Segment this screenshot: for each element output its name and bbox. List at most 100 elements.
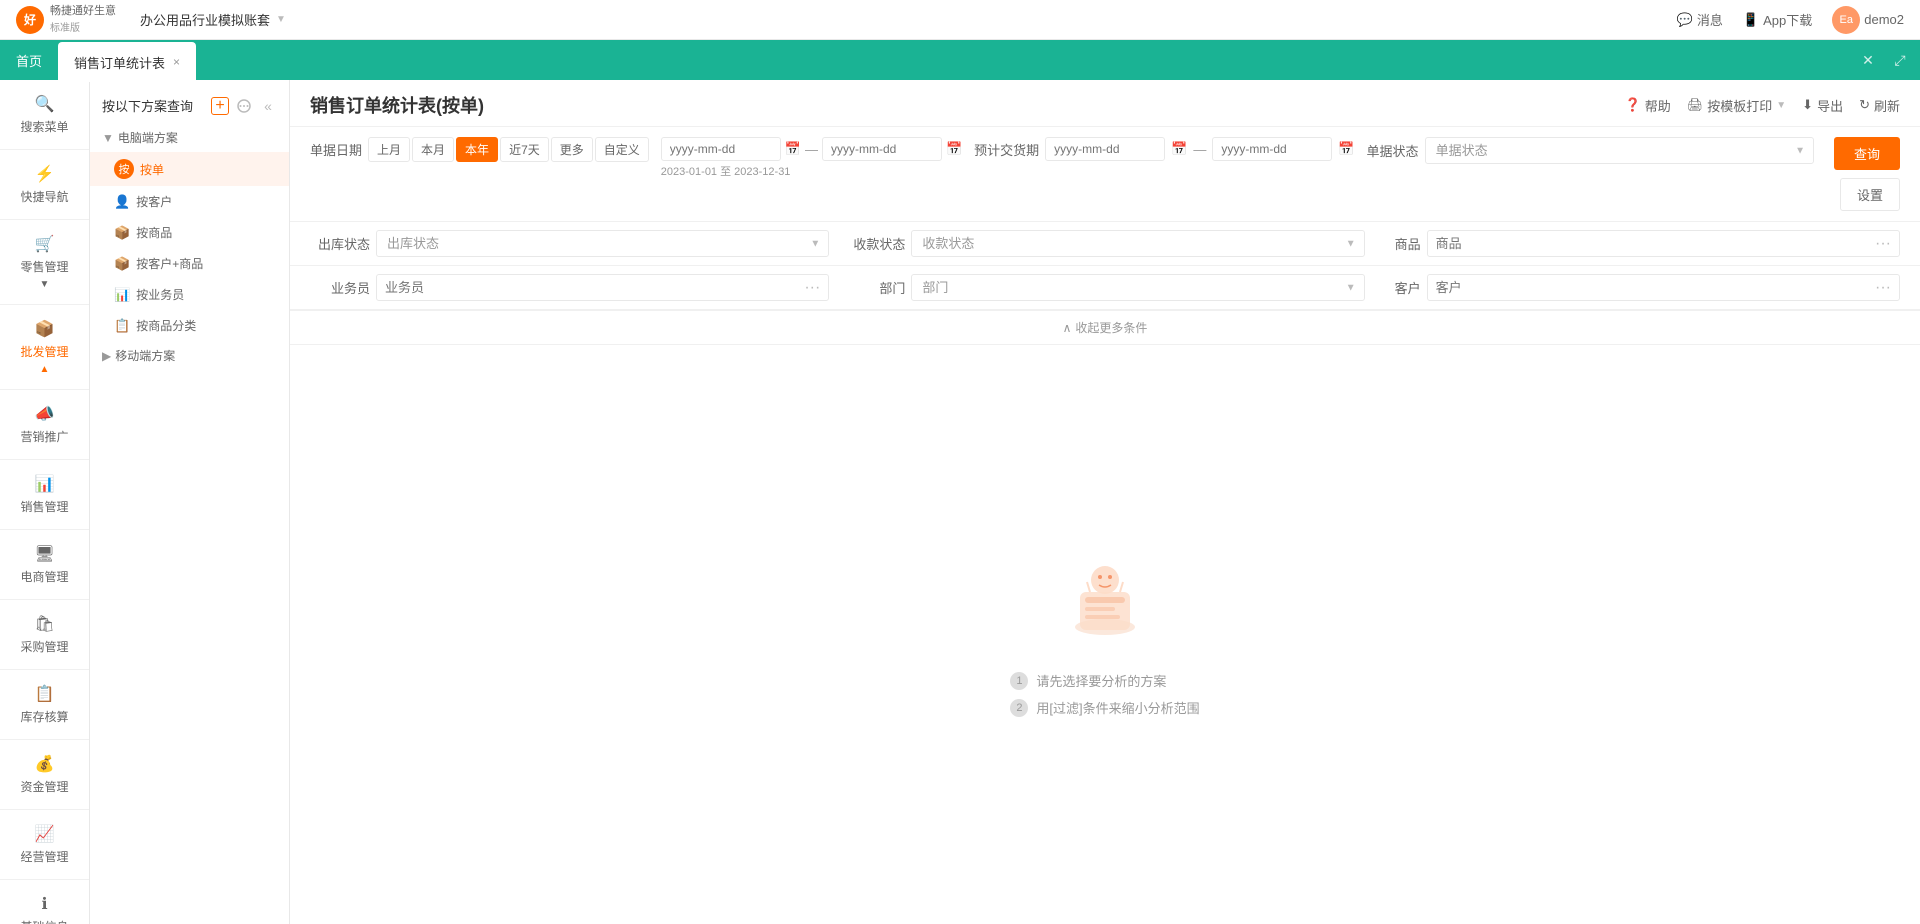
date-btn-this-year[interactable]: 本年 <box>456 137 498 162</box>
payment-status-select[interactable]: 收款状态 <box>912 231 1363 256</box>
department-select[interactable]: 部门 <box>912 275 1363 300</box>
scheme-group-mobile-title[interactable]: ▶ 移动端方案 <box>90 341 289 370</box>
tab-sales-order-stats[interactable]: 销售订单统计表 × <box>58 42 196 82</box>
minimize-icon: ✕ <box>1862 52 1874 69</box>
sidebar-item-wholesale[interactable]: 📦 批发管理 ▲ <box>0 305 89 390</box>
scheme-item-by-goods[interactable]: 📦 按商品 <box>90 217 289 248</box>
scheme-item-by-customer[interactable]: 👤 按客户 <box>90 186 289 217</box>
tab-minimize-button[interactable]: ✕ <box>1856 48 1880 72</box>
help-label: 帮助 <box>1645 96 1671 115</box>
date-filter-group: 单据日期 上月 本月 本年 近7天 更多 自定义 <box>310 137 649 162</box>
goods-more-icon[interactable]: ··· <box>1867 236 1899 252</box>
refresh-label: 刷新 <box>1874 96 1900 115</box>
date-shortcuts: 上月 本月 本年 近7天 更多 自定义 <box>368 137 649 162</box>
wholesale-icon: 📦 <box>35 319 55 339</box>
customer-more-icon[interactable]: ··· <box>1867 280 1899 296</box>
customer-input-wrap[interactable]: ··· <box>1427 274 1900 301</box>
sidebar-item-ecommerce-label: 电商管理 <box>20 568 68 585</box>
hint-num-2: 2 <box>1010 699 1028 717</box>
print-arrow-icon: ▼ <box>1776 100 1786 111</box>
scheme-item-by-category-label: 按商品分类 <box>136 317 196 334</box>
scheme-header-icons: + « <box>211 97 277 115</box>
expected-calendar-from-icon[interactable]: 📅 <box>1171 141 1187 157</box>
sidebar-item-ecommerce[interactable]: 🖥 电商管理 <box>0 530 89 600</box>
tab-home[interactable]: 首页 <box>0 40 58 80</box>
scheme-header: 按以下方案查询 + « <box>90 88 289 123</box>
empty-hint-2: 2 用[过滤]条件来缩小分析范围 <box>1010 698 1199 717</box>
query-button[interactable]: 查询 <box>1834 137 1900 170</box>
customer-input[interactable] <box>1428 275 1867 300</box>
sidebar-item-inventory[interactable]: 📋 库存核算 <box>0 670 89 740</box>
export-button[interactable]: ⬇ 导出 <box>1802 96 1843 115</box>
app-download-label: App下载 <box>1763 10 1812 29</box>
print-button[interactable]: 🖨 按模板打印 ▼ <box>1687 96 1786 115</box>
date-to-input[interactable] <box>822 137 942 161</box>
retail-arrow-icon: ▼ <box>40 279 50 290</box>
scheme-group-pc-title[interactable]: ▼ 电脑端方案 <box>90 123 289 152</box>
empty-svg <box>1055 552 1155 652</box>
scheme-edit-button[interactable] <box>235 97 253 115</box>
expected-calendar-to-icon[interactable]: 📅 <box>1338 141 1354 157</box>
category-scheme-icon: 📋 <box>114 318 130 334</box>
tab-expand-button[interactable]: ⤢ <box>1888 48 1912 72</box>
delivery-status-select-wrap[interactable]: 出库状态 ▼ <box>376 230 829 257</box>
expected-date-to-input[interactable] <box>1212 137 1332 161</box>
sidebar-item-operations[interactable]: 📈 经营管理 <box>0 810 89 880</box>
sidebar-item-retail[interactable]: 🛒 零售管理 ▼ <box>0 220 89 305</box>
collapse-bar[interactable]: ∧ 收起更多条件 <box>290 310 1920 344</box>
empty-state: 1 请先选择要分析的方案 2 用[过滤]条件来缩小分析范围 <box>290 345 1920 924</box>
date-btn-7days[interactable]: 近7天 <box>500 137 549 162</box>
export-label: 导出 <box>1817 96 1843 115</box>
basics-icon: ℹ <box>41 894 47 914</box>
goods-input-wrap[interactable]: ··· <box>1427 230 1900 257</box>
refresh-button[interactable]: ↻ 刷新 <box>1859 96 1900 115</box>
logo-text: 畅捷通好生意 <box>50 5 116 18</box>
salesperson-more-icon[interactable]: ··· <box>796 280 828 296</box>
scheme-item-by-order[interactable]: 按 按单 <box>90 152 289 186</box>
inventory-icon: 📋 <box>35 684 55 704</box>
sidebar-item-basics-label: 基础信息 <box>20 918 68 924</box>
sidebar-item-marketing[interactable]: 📣 营销推广 <box>0 390 89 460</box>
status-select[interactable]: 单据状态 <box>1426 138 1813 163</box>
date-btn-custom[interactable]: 自定义 <box>595 137 649 162</box>
date-btn-more[interactable]: 更多 <box>551 137 593 162</box>
goods-input[interactable] <box>1428 231 1867 256</box>
main-panel: 销售订单统计表(按单) ❓ 帮助 🖨 按模板打印 ▼ ⬇ 导出 <box>290 80 1920 924</box>
sidebar-item-search-label: 搜索菜单 <box>20 118 68 135</box>
filter-row-2: 出库状态 出库状态 ▼ 收款状态 收款状态 <box>290 222 1920 266</box>
app-download-button[interactable]: 📱 App下载 <box>1743 10 1812 29</box>
help-button[interactable]: ❓ 帮助 <box>1625 96 1671 115</box>
scheme-add-button[interactable]: + <box>211 97 229 115</box>
status-select-wrap[interactable]: 单据状态 ▼ <box>1425 137 1814 164</box>
salesperson-input[interactable] <box>377 275 796 300</box>
expected-date-from-input[interactable] <box>1045 137 1165 161</box>
breadcrumb[interactable]: 办公用品行业模拟账套 ▼ <box>140 10 286 29</box>
department-select-wrap[interactable]: 部门 ▼ <box>911 274 1364 301</box>
sidebar-item-purchase[interactable]: 🛍 采购管理 <box>0 600 89 670</box>
tab-close-icon[interactable]: × <box>173 55 180 69</box>
sidebar-item-sales[interactable]: 📊 销售管理 <box>0 460 89 530</box>
sidebar-item-search[interactable]: 🔍 搜索菜单 <box>0 80 89 150</box>
delivery-status-select[interactable]: 出库状态 <box>377 231 828 256</box>
date-btn-last-month[interactable]: 上月 <box>368 137 410 162</box>
hint-text-1: 请先选择要分析的方案 <box>1036 671 1166 690</box>
date-from-input[interactable] <box>661 137 781 161</box>
calendar-from-icon[interactable]: 📅 <box>785 141 801 157</box>
date-btn-this-month[interactable]: 本月 <box>412 137 454 162</box>
sidebar-item-quick-nav[interactable]: ⚡ 快捷导航 <box>0 150 89 220</box>
user-area[interactable]: Ea demo2 <box>1832 6 1904 34</box>
settings-button[interactable]: 设置 <box>1840 178 1900 211</box>
scheme-item-by-customer-goods[interactable]: 📦 按客户+商品 <box>90 248 289 279</box>
payment-status-select-wrap[interactable]: 收款状态 ▼ <box>911 230 1364 257</box>
scheme-item-by-salesperson[interactable]: 📊 按业务员 <box>90 279 289 310</box>
sidebar-item-finance[interactable]: 💰 资金管理 <box>0 740 89 810</box>
message-button[interactable]: 💬 消息 <box>1677 10 1723 29</box>
scheme-collapse-button[interactable]: « <box>259 97 277 115</box>
user-name: demo2 <box>1864 12 1904 27</box>
salesperson-input-wrap[interactable]: ··· <box>376 274 829 301</box>
sidebar-item-basics[interactable]: ℹ 基础信息 <box>0 880 89 924</box>
scheme-item-by-category[interactable]: 📋 按商品分类 <box>90 310 289 341</box>
department-filter-group: 部门 部门 ▼ <box>845 274 1364 301</box>
scheme-item-by-goods-label: 按商品 <box>136 224 172 241</box>
calendar-to-icon[interactable]: 📅 <box>946 141 962 157</box>
